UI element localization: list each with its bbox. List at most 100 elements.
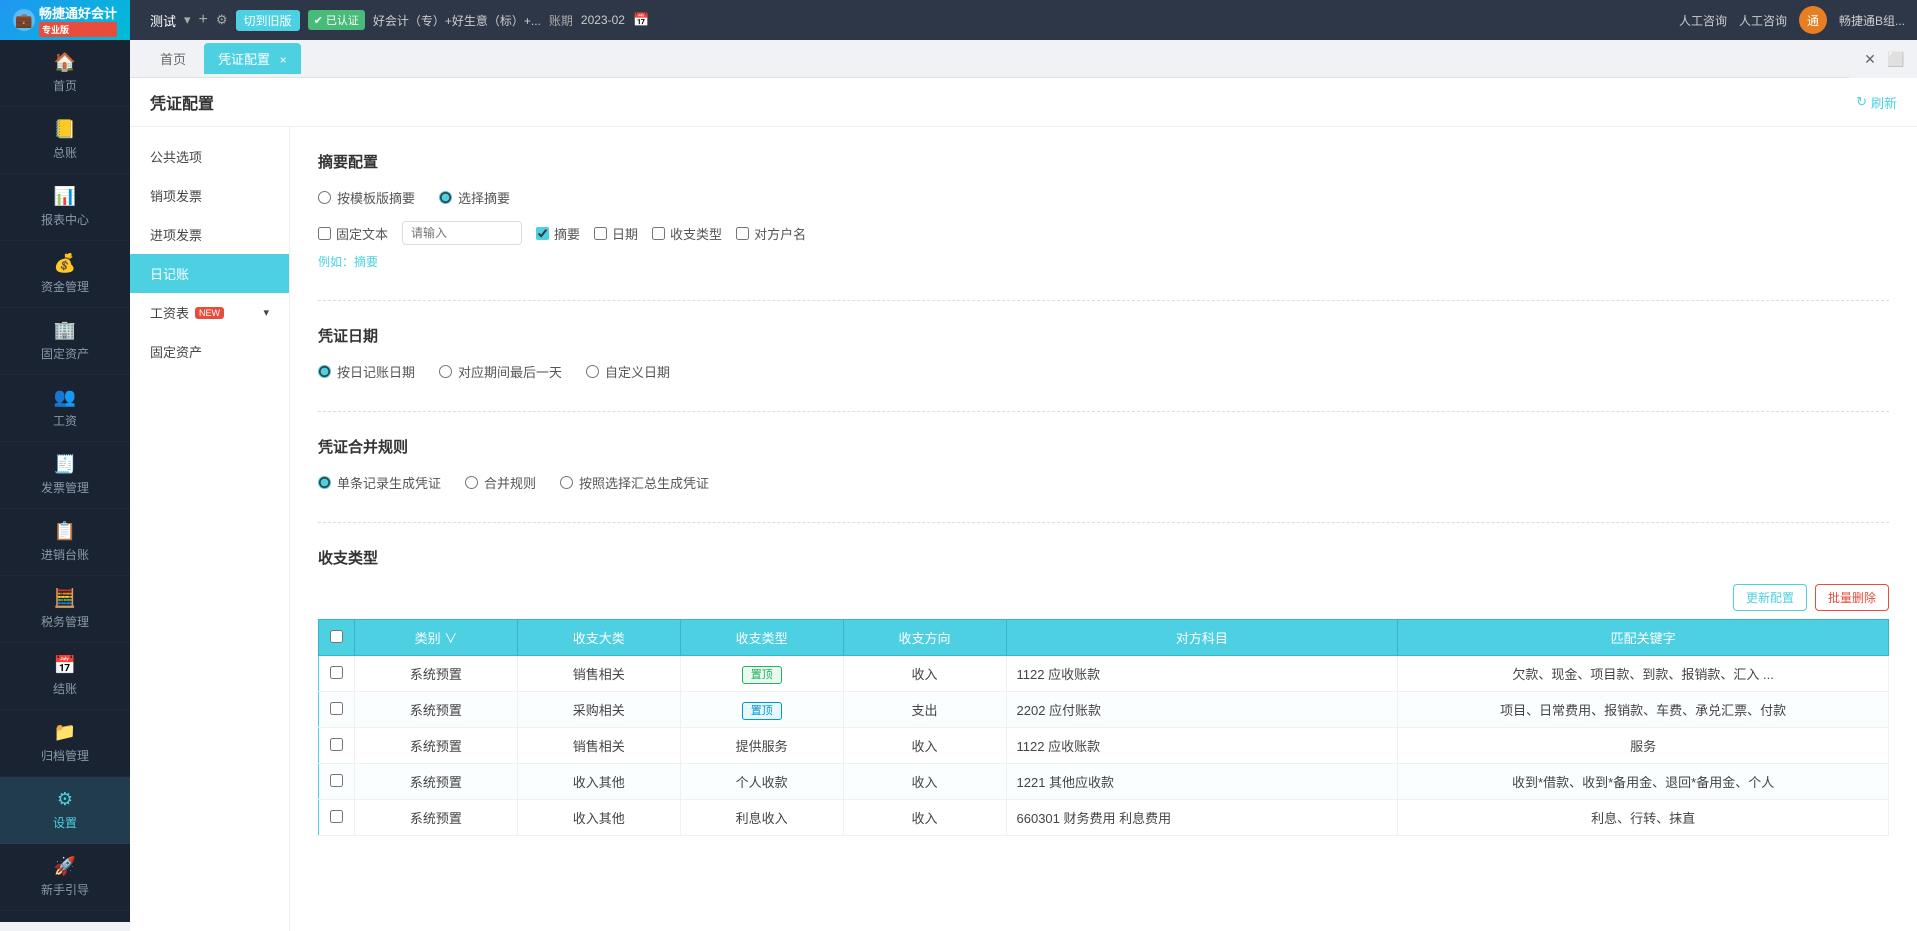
row-checkbox-cell	[319, 728, 355, 764]
sidebar-item-archive[interactable]: 📁 归档管理	[0, 710, 130, 777]
counterpart-checkbox-option[interactable]: 对方户名	[736, 224, 806, 243]
row-checkbox-4[interactable]	[330, 810, 343, 823]
sidebar-item-label-payroll: 工资	[53, 412, 77, 429]
support-label[interactable]: 人工咨询	[1679, 12, 1727, 29]
calendar-icon[interactable]: 📅	[633, 12, 649, 28]
radio-single-record[interactable]: 单条记录生成凭证	[318, 473, 441, 492]
radio-summary-input[interactable]	[560, 476, 573, 489]
radio-select-input[interactable]	[439, 191, 452, 204]
tab-close-icon[interactable]: ×	[280, 53, 287, 67]
sidebar-item-purchase-sales[interactable]: 📋 进销台账	[0, 509, 130, 576]
left-menu-item-public[interactable]: 公共选项	[130, 137, 289, 176]
page-header: 凭证配置 ↻ 刷新	[130, 78, 1917, 127]
row-account-3: 1221 其他应收款	[1006, 764, 1398, 800]
radio-summary-generate[interactable]: 按照选择汇总生成凭证	[560, 473, 709, 492]
left-menu-item-payroll-table[interactable]: 工资表 NEW ▾	[130, 293, 289, 332]
select-all-checkbox[interactable]	[330, 630, 343, 643]
left-menu-label-sales-invoice: 销项发票	[150, 186, 202, 205]
closing-icon: 📅	[54, 655, 76, 676]
left-menu-item-sales-invoice[interactable]: 销项发票	[130, 176, 289, 215]
sidebar-item-closing[interactable]: 📅 结账	[0, 643, 130, 710]
sidebar-item-label-ledger: 总账	[53, 144, 77, 161]
row-main-type-4: 收入其他	[517, 800, 680, 836]
row-checkbox-1[interactable]	[330, 702, 343, 715]
sidebar-item-label-settings: 设置	[53, 814, 77, 831]
date-checkbox-option[interactable]: 日期	[594, 224, 638, 243]
counterpart-checkbox[interactable]	[736, 227, 749, 240]
fixed-text-input[interactable]	[402, 221, 522, 245]
summary-checkbox-option[interactable]: 摘要	[536, 224, 580, 243]
radio-daily-date[interactable]: 按日记账日期	[318, 362, 415, 381]
refresh-button[interactable]: ↻ 刷新	[1856, 93, 1897, 112]
radio-daily-input[interactable]	[318, 365, 331, 378]
radio-template-input[interactable]	[318, 191, 331, 204]
row-direction-4: 收入	[843, 800, 1006, 836]
support-text[interactable]: 人工咨询	[1739, 12, 1787, 29]
radio-template-label: 按模板版摘要	[337, 188, 415, 207]
sidebar-item-label-archive: 归档管理	[41, 747, 89, 764]
date-radio-group: 按日记账日期 对应期间最后一天 自定义日期	[318, 362, 1889, 381]
tab-voucher-config[interactable]: 凭证配置 ×	[204, 43, 301, 74]
switch-version-button[interactable]: 切到旧版	[236, 10, 300, 31]
sidebar-item-label-funds: 资金管理	[41, 278, 89, 295]
update-config-button[interactable]: 更新配置	[1733, 584, 1807, 611]
left-menu-label-fixed-assets: 固定资产	[150, 342, 202, 361]
top-bar-right: 人工咨询 人工咨询 通 畅捷通B组...	[1679, 6, 1905, 34]
add-icon[interactable]: +	[199, 11, 208, 29]
body-layout: 公共选项 销项发票 进项发票 日记账 工资表 NEW ▾ 固定资产	[130, 127, 1917, 931]
sidebar-item-newbie[interactable]: 🚀 新手引导	[0, 844, 130, 911]
row-category-3: 系统预置	[355, 764, 518, 800]
close-window-button[interactable]: ✕	[1859, 48, 1881, 70]
row-sub-type-0: 置顶	[680, 656, 843, 692]
sidebar-item-invoices[interactable]: 🧾 发票管理	[0, 442, 130, 509]
left-menu-item-fixed-assets[interactable]: 固定资产	[130, 332, 289, 371]
newbie-icon: 🚀	[54, 856, 76, 877]
merge-radio-group: 单条记录生成凭证 合并规则 按照选择汇总生成凭证	[318, 473, 1889, 492]
type-checkbox-option[interactable]: 收支类型	[652, 224, 722, 243]
maximize-window-button[interactable]: ⬜	[1885, 48, 1907, 70]
left-menu-item-purchase-invoice[interactable]: 进项发票	[130, 215, 289, 254]
ledger-icon: 📒	[54, 119, 76, 140]
radio-single-input[interactable]	[318, 476, 331, 489]
sidebar-item-payroll[interactable]: 👥 工资	[0, 375, 130, 442]
sidebar-item-settings[interactable]: ⚙ 设置	[0, 777, 130, 844]
logo-text: 畅捷通好会计 专业版	[39, 3, 117, 37]
radio-template-summary[interactable]: 按模板版摘要	[318, 188, 415, 207]
summary-config-section: 摘要配置 按模板版摘要 选择摘要	[318, 151, 1889, 270]
radio-last-day-input[interactable]	[439, 365, 452, 378]
fixed-text-option[interactable]: 固定文本	[318, 224, 388, 243]
sidebar-item-tax[interactable]: 🧮 税务管理	[0, 576, 130, 643]
chevron-icon[interactable]: ▾	[184, 12, 191, 28]
radio-last-day[interactable]: 对应期间最后一天	[439, 362, 562, 381]
row-main-type-3: 收入其他	[517, 764, 680, 800]
th-category: 类别 ∨	[355, 620, 518, 656]
radio-custom-input[interactable]	[586, 365, 599, 378]
sidebar-item-member[interactable]: 👤 畅会员	[0, 911, 130, 922]
summary-checkbox[interactable]	[536, 227, 549, 240]
voucher-date-section: 凭证日期 按日记账日期 对应期间最后一天 自定义日期	[318, 325, 1889, 381]
sidebar-item-ledger[interactable]: 📒 总账	[0, 107, 130, 174]
fixed-text-checkbox[interactable]	[318, 227, 331, 240]
tab-home[interactable]: 首页	[146, 43, 200, 74]
radio-merge-input[interactable]	[465, 476, 478, 489]
type-checkbox[interactable]	[652, 227, 665, 240]
row-checkbox-3[interactable]	[330, 774, 343, 787]
date-checkbox[interactable]	[594, 227, 607, 240]
sidebar-item-funds[interactable]: 💰 资金管理	[0, 241, 130, 308]
user-avatar[interactable]: 通	[1799, 6, 1827, 34]
row-main-type-1: 采购相关	[517, 692, 680, 728]
row-checkbox-0[interactable]	[330, 666, 343, 679]
batch-delete-button[interactable]: 批量删除	[1815, 584, 1889, 611]
user-name[interactable]: 畅捷通B组...	[1839, 12, 1905, 29]
radio-merge-rules[interactable]: 合并规则	[465, 473, 536, 492]
gear-icon[interactable]: ⚙	[216, 12, 228, 28]
sidebar-item-assets[interactable]: 🏢 固定资产	[0, 308, 130, 375]
radio-custom-date[interactable]: 自定义日期	[586, 362, 670, 381]
sidebar-item-reports[interactable]: 📊 报表中心	[0, 174, 130, 241]
sidebar-item-home[interactable]: 🏠 首页	[0, 40, 130, 107]
left-menu-item-journal[interactable]: 日记账	[130, 254, 289, 293]
example-text: 例如：摘要	[318, 253, 1889, 270]
radio-select-summary[interactable]: 选择摘要	[439, 188, 510, 207]
purchase-sales-icon: 📋	[54, 521, 76, 542]
row-checkbox-2[interactable]	[330, 738, 343, 751]
